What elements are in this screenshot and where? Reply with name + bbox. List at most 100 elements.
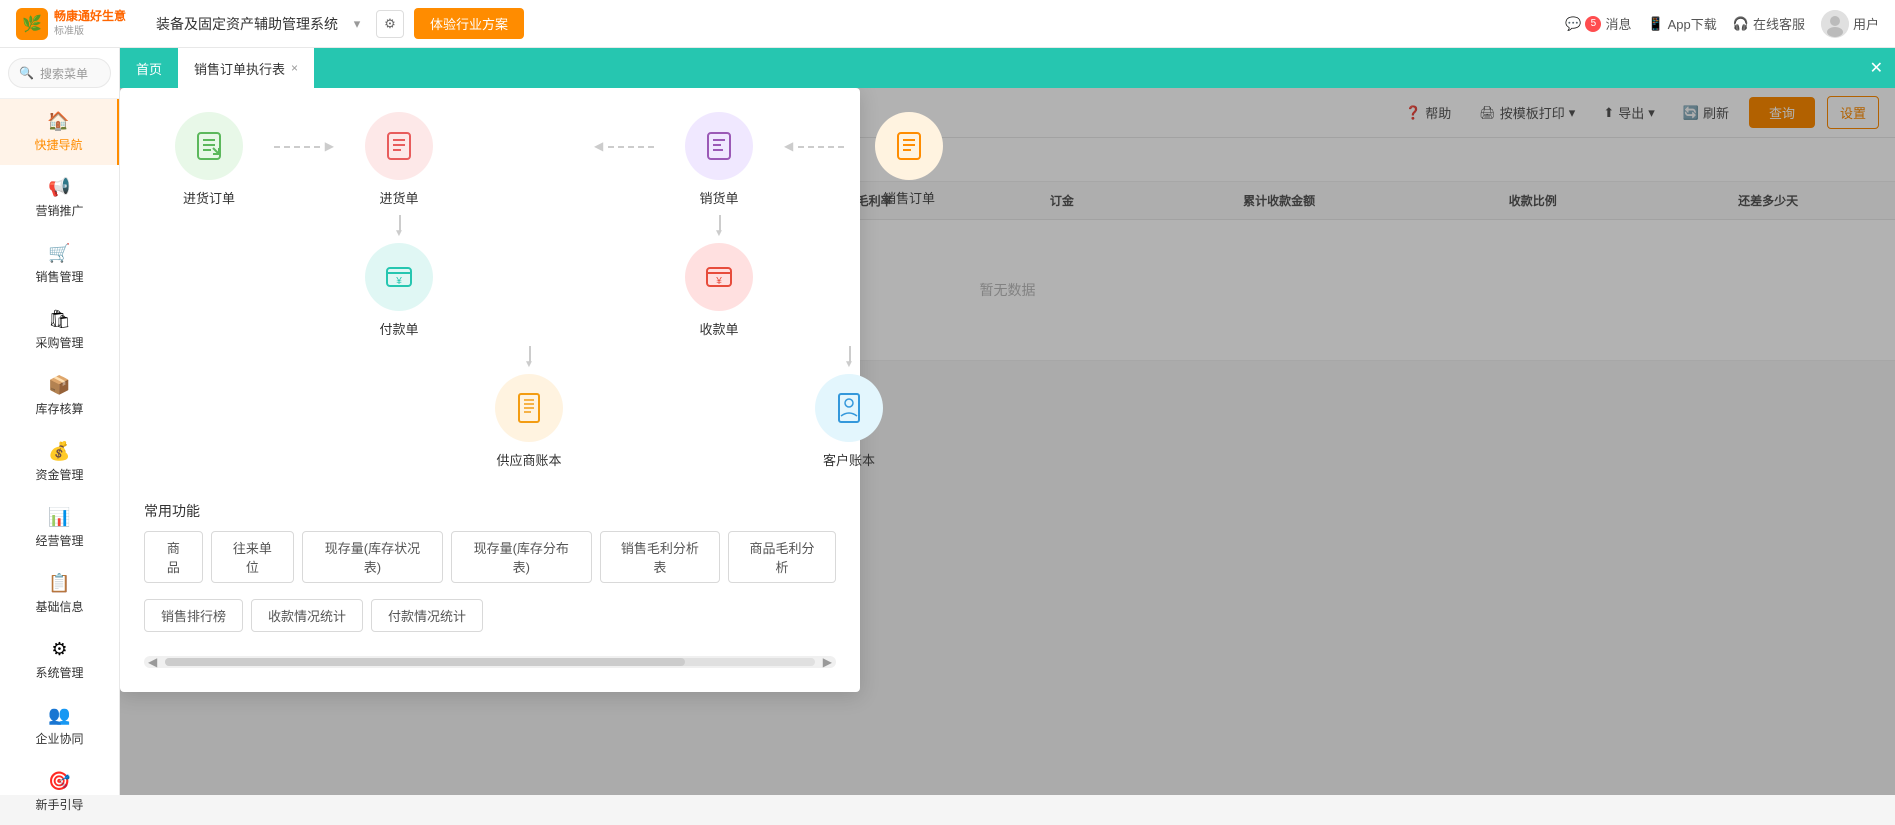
quick-nav-icon: 🏠 bbox=[47, 111, 69, 132]
func-buttons: 商品往来单位现存量(库存状况表)现存量(库存分布表)销售毛利分析表商品毛利分析销… bbox=[144, 531, 836, 640]
basic-info-icon: 📋 bbox=[48, 573, 70, 594]
sidebar-item-enterprise[interactable]: 👥 企业协同 bbox=[0, 693, 119, 759]
logo-text: 畅康通好生意 标准版 bbox=[54, 9, 126, 38]
func-button[interactable]: 收款情况统计 bbox=[251, 599, 363, 632]
popup: 进货订单 进货单 bbox=[120, 88, 860, 692]
arrow-3 bbox=[784, 145, 844, 147]
sales-label: 销货单 bbox=[699, 188, 738, 207]
arrow-1 bbox=[274, 145, 334, 147]
flow-item-receipt[interactable]: ¥ 收款单 bbox=[654, 243, 784, 338]
func-button[interactable]: 商品 bbox=[144, 531, 203, 583]
flow-item-customer-ledger[interactable]: 客户账本 bbox=[784, 374, 914, 469]
logo-line1: 畅康通好生意 bbox=[54, 9, 126, 25]
receipt-label: 收款单 bbox=[699, 319, 738, 338]
flow-item-purchase-order[interactable]: 进货订单 bbox=[144, 112, 274, 207]
tab-bar: 首页 销售订单执行表 × ✕ bbox=[120, 48, 1895, 88]
app-download-label: App下载 bbox=[1668, 14, 1717, 33]
main-layout: 🔍 搜索菜单 🏠 快捷导航 📢 营销推广 🛒 销售管理 🛍 采购管理 📦 库存核… bbox=[0, 48, 1895, 795]
receipt-icon: ¥ bbox=[685, 243, 753, 311]
tab-active[interactable]: 销售订单执行表 × bbox=[178, 48, 314, 88]
svg-text:¥: ¥ bbox=[715, 276, 722, 287]
arrow-down-1 bbox=[334, 215, 464, 239]
flow-item-sales-order[interactable]: 销售订单 bbox=[844, 112, 974, 207]
scrollbar-track bbox=[165, 658, 815, 666]
customer-ledger-label: 客户账本 bbox=[823, 450, 875, 469]
finance-icon: 💰 bbox=[48, 441, 70, 462]
scroll-left-arrow[interactable]: ◀ bbox=[144, 655, 161, 669]
sidebar-item-quick-nav[interactable]: 🏠 快捷导航 bbox=[0, 99, 119, 165]
logo-line2: 标准版 bbox=[54, 25, 126, 38]
tab-active-label: 销售订单执行表 bbox=[194, 59, 285, 78]
func-button[interactable]: 现存量(库存状况表) bbox=[302, 531, 443, 583]
func-button-row: 商品往来单位现存量(库存状况表)现存量(库存分布表)销售毛利分析表商品毛利分析 bbox=[144, 531, 836, 583]
popup-scrollbar[interactable]: ◀ ▶ bbox=[144, 656, 836, 668]
search-menu-button[interactable]: 🔍 搜索菜单 bbox=[8, 58, 111, 88]
sidebar-item-basic-info[interactable]: 📋 基础信息 bbox=[0, 561, 119, 627]
func-button[interactable]: 现存量(库存分布表) bbox=[451, 531, 592, 583]
sidebar-search-area: 🔍 搜索菜单 bbox=[0, 48, 119, 99]
svg-text:¥: ¥ bbox=[395, 276, 402, 287]
tab-home-label: 首页 bbox=[136, 59, 162, 78]
sidebar-item-inventory[interactable]: 📦 库存核算 bbox=[0, 363, 119, 429]
purchase-icon: 🛍 bbox=[48, 309, 71, 330]
logo-area: 🌿 畅康通好生意 标准版 bbox=[16, 8, 136, 40]
message-button[interactable]: 💬 5 消息 bbox=[1565, 14, 1631, 33]
arrow-down-4 bbox=[784, 346, 914, 370]
online-service-button[interactable]: 🎧 在线客服 bbox=[1733, 14, 1805, 33]
flow-item-sales[interactable]: 销货单 bbox=[654, 112, 784, 207]
message-badge: 5 bbox=[1585, 16, 1601, 32]
flow-item-supplier-ledger[interactable]: 供应商账本 bbox=[464, 374, 594, 469]
message-icon: 💬 bbox=[1565, 16, 1581, 32]
service-icon: 🎧 bbox=[1733, 16, 1749, 32]
flow-arrows-down bbox=[144, 215, 784, 239]
app-download-button[interactable]: 📱 App下载 bbox=[1647, 14, 1716, 33]
sidebar-item-label: 基础信息 bbox=[35, 598, 83, 615]
header-center: 装备及固定资产辅助管理系统 ▾ ⚙ 体验行业方案 bbox=[136, 8, 1565, 39]
enterprise-icon: 👥 bbox=[48, 705, 70, 726]
gear-button[interactable]: ⚙ bbox=[376, 10, 404, 38]
header-right: 💬 5 消息 📱 App下载 🎧 在线客服 用户 bbox=[1565, 10, 1879, 38]
flow-diagram: 进货订单 进货单 bbox=[144, 112, 836, 477]
logo-icon: 🌿 bbox=[16, 8, 48, 40]
sidebar-item-marketing[interactable]: 📢 营销推广 bbox=[0, 165, 119, 231]
func-button[interactable]: 商品毛利分析 bbox=[728, 531, 836, 583]
common-functions: 常用功能 商品往来单位现存量(库存状况表)现存量(库存分布表)销售毛利分析表商品… bbox=[144, 501, 836, 640]
sales-icon: 🛒 bbox=[48, 243, 70, 264]
sidebar-item-label: 资金管理 bbox=[35, 466, 83, 483]
sidebar-item-label: 企业协同 bbox=[35, 730, 83, 747]
spacer bbox=[594, 346, 784, 370]
dropdown-icon[interactable]: ▾ bbox=[348, 15, 366, 33]
tab-close-icon[interactable]: × bbox=[291, 61, 298, 75]
sidebar-item-sales[interactable]: 🛒 销售管理 bbox=[0, 231, 119, 297]
marketing-icon: 📢 bbox=[48, 177, 70, 198]
top-header: 🌿 畅康通好生意 标准版 装备及固定资产辅助管理系统 ▾ ⚙ 体验行业方案 💬 … bbox=[0, 0, 1895, 48]
func-button[interactable]: 销售排行榜 bbox=[144, 599, 243, 632]
guide-icon: 🎯 bbox=[48, 771, 70, 792]
tab-home[interactable]: 首页 bbox=[120, 48, 178, 88]
flow-item-purchase[interactable]: 进货单 bbox=[334, 112, 464, 207]
func-button[interactable]: 销售毛利分析表 bbox=[600, 531, 720, 583]
flow-item-payment[interactable]: ¥ 付款单 bbox=[334, 243, 464, 338]
sidebar-item-finance[interactable]: 💰 资金管理 bbox=[0, 429, 119, 495]
try-button[interactable]: 体验行业方案 bbox=[414, 8, 524, 39]
func-button[interactable]: 往来单位 bbox=[211, 531, 294, 583]
func-button[interactable]: 付款情况统计 bbox=[371, 599, 483, 632]
flow-row-2: ¥ 付款单 ¥ 收款单 bbox=[144, 243, 784, 338]
scroll-right-arrow[interactable]: ▶ bbox=[819, 655, 836, 669]
sidebar-item-purchase[interactable]: 🛍 采购管理 bbox=[0, 297, 119, 363]
user-label: 用户 bbox=[1853, 14, 1879, 33]
spacer2 bbox=[274, 215, 334, 239]
arrow-down-3 bbox=[464, 346, 594, 370]
tab-bar-close-button[interactable]: ✕ bbox=[1858, 48, 1895, 88]
search-icon: 🔍 bbox=[19, 66, 34, 80]
spacer4 bbox=[594, 215, 654, 239]
search-label: 搜索菜单 bbox=[40, 65, 88, 82]
user-area[interactable]: 用户 bbox=[1821, 10, 1879, 38]
supplier-ledger-label: 供应商账本 bbox=[496, 450, 561, 469]
sidebar-item-label: 营销推广 bbox=[35, 202, 83, 219]
sidebar-item-guide[interactable]: 🎯 新手引导 bbox=[0, 759, 119, 825]
overlay[interactable]: 进货订单 进货单 bbox=[120, 88, 1895, 795]
spacer bbox=[144, 346, 464, 370]
sidebar-item-management[interactable]: 📊 经营管理 bbox=[0, 495, 119, 561]
sidebar-item-system[interactable]: ⚙ 系统管理 bbox=[0, 627, 119, 693]
